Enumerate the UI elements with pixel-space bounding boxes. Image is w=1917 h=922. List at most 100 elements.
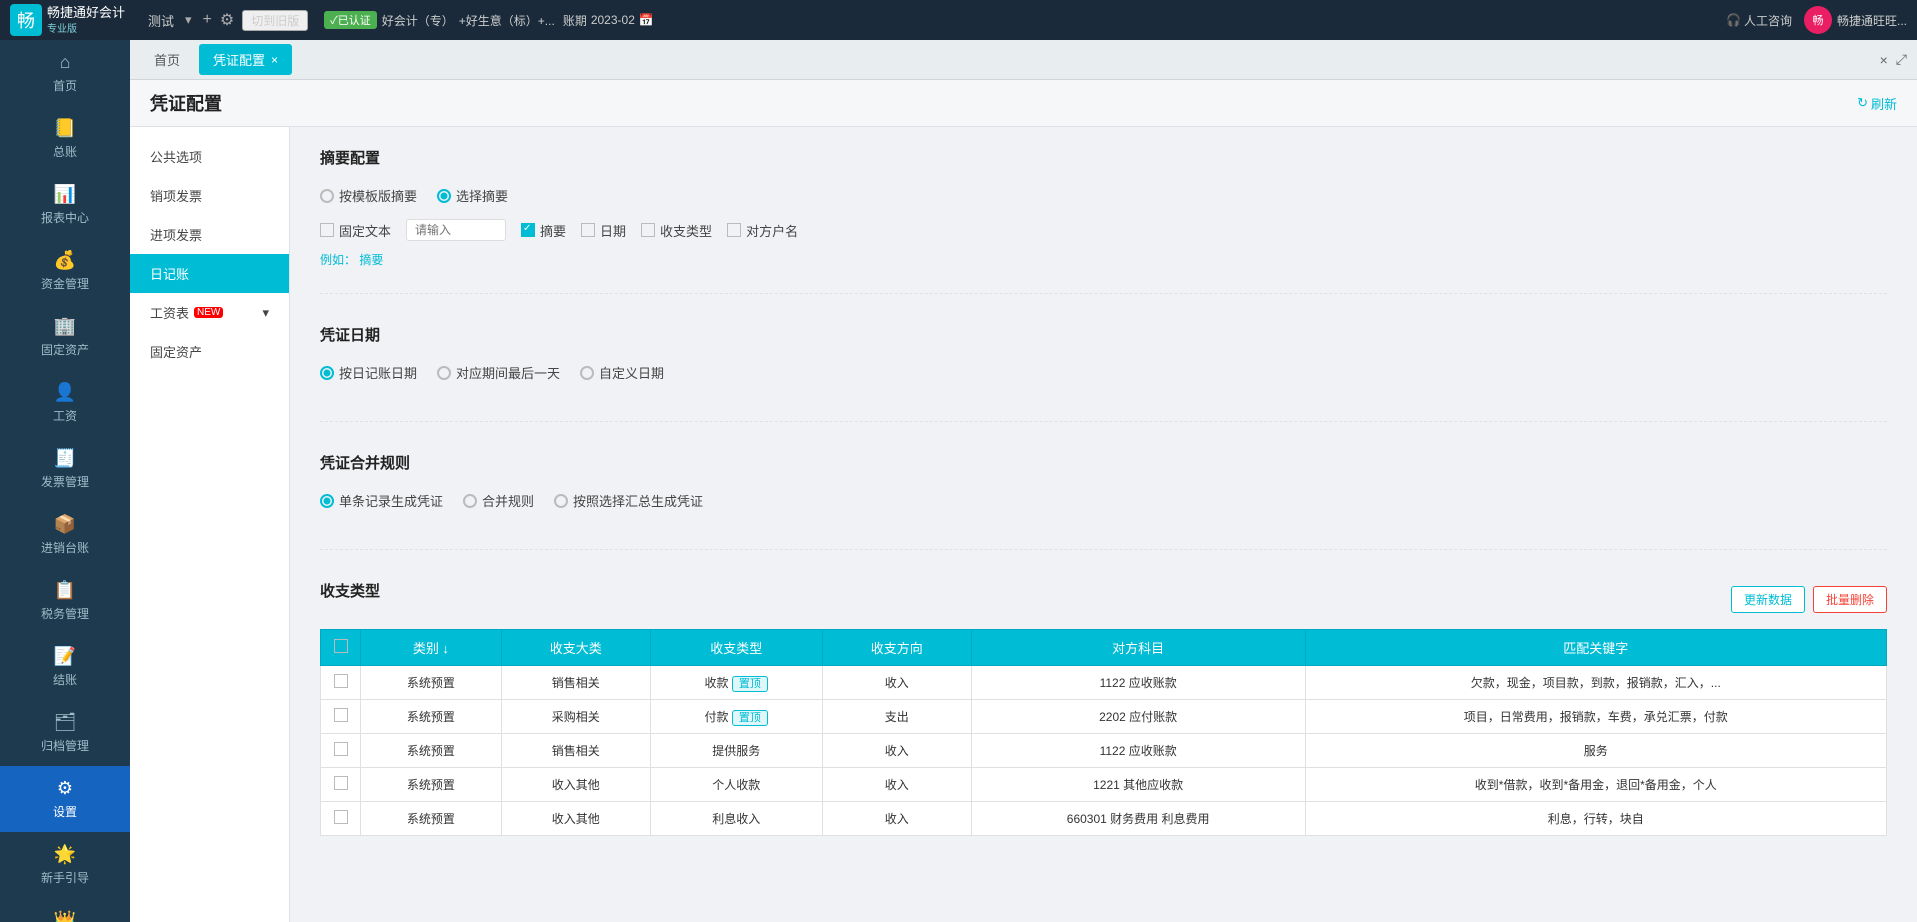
- sidebar-item-invoice[interactable]: 🧾 发票管理: [0, 436, 130, 502]
- user-menu[interactable]: 畅 畅捷通旺旺...: [1804, 6, 1907, 34]
- row-checkbox-1[interactable]: [334, 708, 348, 722]
- sidebar-item-archive[interactable]: 🗂 归档管理: [0, 700, 130, 766]
- sidebar-item-finance[interactable]: 💰 资金管理: [0, 238, 130, 304]
- checkbox-type[interactable]: 收支类型: [641, 221, 712, 240]
- td-check-3[interactable]: [321, 768, 361, 802]
- row-checkbox-2[interactable]: [334, 742, 348, 756]
- table-row: 系统预置 销售相关 收款 置顶 收入 1122 应收账款 欠款，现金，项目款，到…: [321, 666, 1887, 700]
- sidebar-item-settings[interactable]: ⚙ 设置: [0, 766, 130, 832]
- sidebar-item-ledger[interactable]: 📒 总账: [0, 106, 130, 172]
- sidebar-item-closing[interactable]: 📝 结账: [0, 634, 130, 700]
- checkbox-summary[interactable]: 摘要: [521, 221, 566, 240]
- company-name: 测试: [148, 11, 174, 30]
- tab-voucher-config[interactable]: 凭证配置 ×: [199, 44, 292, 75]
- th-checkbox[interactable]: [321, 630, 361, 666]
- left-nav-payroll[interactable]: 工资表 NEW ▾: [130, 293, 289, 332]
- left-nav: 公共选项 销项发票 进项发票 日记账 工资表 NEW ▾: [130, 127, 290, 922]
- sidebar-item-assets[interactable]: 🏢 固定资产: [0, 304, 130, 370]
- checkbox-date[interactable]: 日期: [581, 221, 626, 240]
- service-button[interactable]: 🎧 人工咨询: [1726, 12, 1792, 29]
- left-nav-purchase-invoice[interactable]: 进项发票: [130, 215, 289, 254]
- settings-icon[interactable]: ⚙: [220, 10, 234, 30]
- th-direction: 收支方向: [822, 630, 971, 666]
- tax-icon: 📋: [54, 580, 76, 601]
- table-row: 系统预置 销售相关 提供服务 收入 1122 应收账款 服务: [321, 734, 1887, 768]
- sidebar-item-member[interactable]: 👑 畅会员: [0, 898, 130, 922]
- radio-circle-single: [320, 494, 334, 508]
- assets-icon: 🏢: [54, 316, 76, 337]
- td-direction-0: 收入: [822, 666, 971, 700]
- period-value: 2023-02: [591, 13, 635, 27]
- user-name: 畅捷通旺旺...: [1837, 12, 1907, 29]
- tag-reset-0[interactable]: 置顶: [732, 676, 768, 692]
- content-area: 首页 凭证配置 × × ⤢ 凭证配置 ↻ 刷新 公共选项: [130, 40, 1917, 922]
- left-nav-public[interactable]: 公共选项: [130, 137, 289, 176]
- radio-select-summary[interactable]: 选择摘要: [437, 186, 508, 205]
- home-icon: ⌂: [60, 52, 71, 73]
- old-version-button[interactable]: 切到旧版: [242, 10, 308, 31]
- sidebar-item-tax[interactable]: 📋 税务管理: [0, 568, 130, 634]
- sidebar-item-reports[interactable]: 📊 报表中心: [0, 172, 130, 238]
- guide-icon: 🌟: [54, 844, 76, 865]
- radio-template-summary[interactable]: 按模板版摘要: [320, 186, 417, 205]
- td-type-3: 个人收款: [650, 768, 822, 802]
- radio-single-record[interactable]: 单条记录生成凭证: [320, 491, 443, 510]
- batch-delete-button[interactable]: 批量删除: [1813, 586, 1887, 613]
- tab-home[interactable]: 首页: [140, 44, 194, 75]
- td-check-1[interactable]: [321, 700, 361, 734]
- voucher-date-radio-group: 按日记账日期 对应期间最后一天 自定义日期: [320, 363, 1887, 382]
- radio-period-last-day[interactable]: 对应期间最后一天: [437, 363, 560, 382]
- left-nav-fixed-assets[interactable]: 固定资产: [130, 332, 289, 371]
- update-data-button[interactable]: 更新数据: [1731, 586, 1805, 613]
- td-direction-2: 收入: [822, 734, 971, 768]
- sidebar-item-inventory[interactable]: 📦 进销台账: [0, 502, 130, 568]
- td-big-type-3: 收入其他: [501, 768, 650, 802]
- invoice-icon: 🧾: [54, 448, 76, 469]
- sidebar-item-guide[interactable]: 🌟 新手引导: [0, 832, 130, 898]
- row-checkbox-0[interactable]: [334, 674, 348, 688]
- td-big-type-1: 采购相关: [501, 700, 650, 734]
- td-subject-1: 2202 应付账款: [971, 700, 1305, 734]
- radio-summary-gen[interactable]: 按照选择汇总生成凭证: [554, 491, 703, 510]
- tab-expand-icon[interactable]: ⤢: [1896, 51, 1907, 68]
- company-dropdown-icon[interactable]: ▾: [185, 12, 192, 28]
- ledger-icon: 📒: [54, 118, 76, 139]
- td-category-0: 系统预置: [361, 666, 502, 700]
- td-big-type-0: 销售相关: [501, 666, 650, 700]
- radio-circle-select: [437, 189, 451, 203]
- page-title-bar: 凭证配置 ↻ 刷新: [130, 80, 1917, 127]
- sidebar-item-salary[interactable]: 👤 工资: [0, 370, 130, 436]
- left-nav-journal[interactable]: 日记账: [130, 254, 289, 293]
- tab-close-icon[interactable]: ×: [271, 53, 278, 67]
- fixed-text-input[interactable]: [406, 219, 506, 241]
- radio-journal-date[interactable]: 按日记账日期: [320, 363, 417, 382]
- tag-reset-1[interactable]: 置顶: [732, 710, 768, 726]
- td-check-2[interactable]: [321, 734, 361, 768]
- checkbox-counterparty[interactable]: 对方户名: [727, 221, 798, 240]
- td-check-0[interactable]: [321, 666, 361, 700]
- td-check-4[interactable]: [321, 802, 361, 836]
- inventory-icon: 📦: [54, 514, 76, 535]
- sidebar-item-home[interactable]: ⌂ 首页: [0, 40, 130, 106]
- badges: ✓已认证 好会计（专） +好生意（标）+...: [324, 11, 555, 29]
- voucher-date-section: 凭证日期 按日记账日期 对应期间最后一天 自定义日期: [320, 324, 1887, 422]
- radio-custom-date[interactable]: 自定义日期: [580, 363, 664, 382]
- radio-merge-rules[interactable]: 合并规则: [463, 491, 534, 510]
- radio-circle-journal: [320, 366, 334, 380]
- add-icon[interactable]: +: [203, 11, 212, 29]
- calendar-icon[interactable]: 📅: [639, 13, 654, 27]
- select-all-checkbox[interactable]: [334, 639, 348, 653]
- voucher-date-title: 凭证日期: [320, 324, 1887, 345]
- row-checkbox-4[interactable]: [334, 810, 348, 824]
- row-checkbox-3[interactable]: [334, 776, 348, 790]
- th-category: 类别 ↓: [361, 630, 502, 666]
- left-nav-sales-invoice[interactable]: 销项发票: [130, 176, 289, 215]
- tab-close-window-icon[interactable]: ×: [1880, 52, 1888, 68]
- refresh-button[interactable]: ↻ 刷新: [1857, 94, 1897, 113]
- summary-config-title: 摘要配置: [320, 147, 1887, 168]
- td-keywords-2: 服务: [1305, 734, 1886, 768]
- td-type-2: 提供服务: [650, 734, 822, 768]
- sidebar-label-guide: 新手引导: [41, 869, 89, 886]
- td-category-2: 系统预置: [361, 734, 502, 768]
- checkbox-fixed-text[interactable]: 固定文本: [320, 221, 391, 240]
